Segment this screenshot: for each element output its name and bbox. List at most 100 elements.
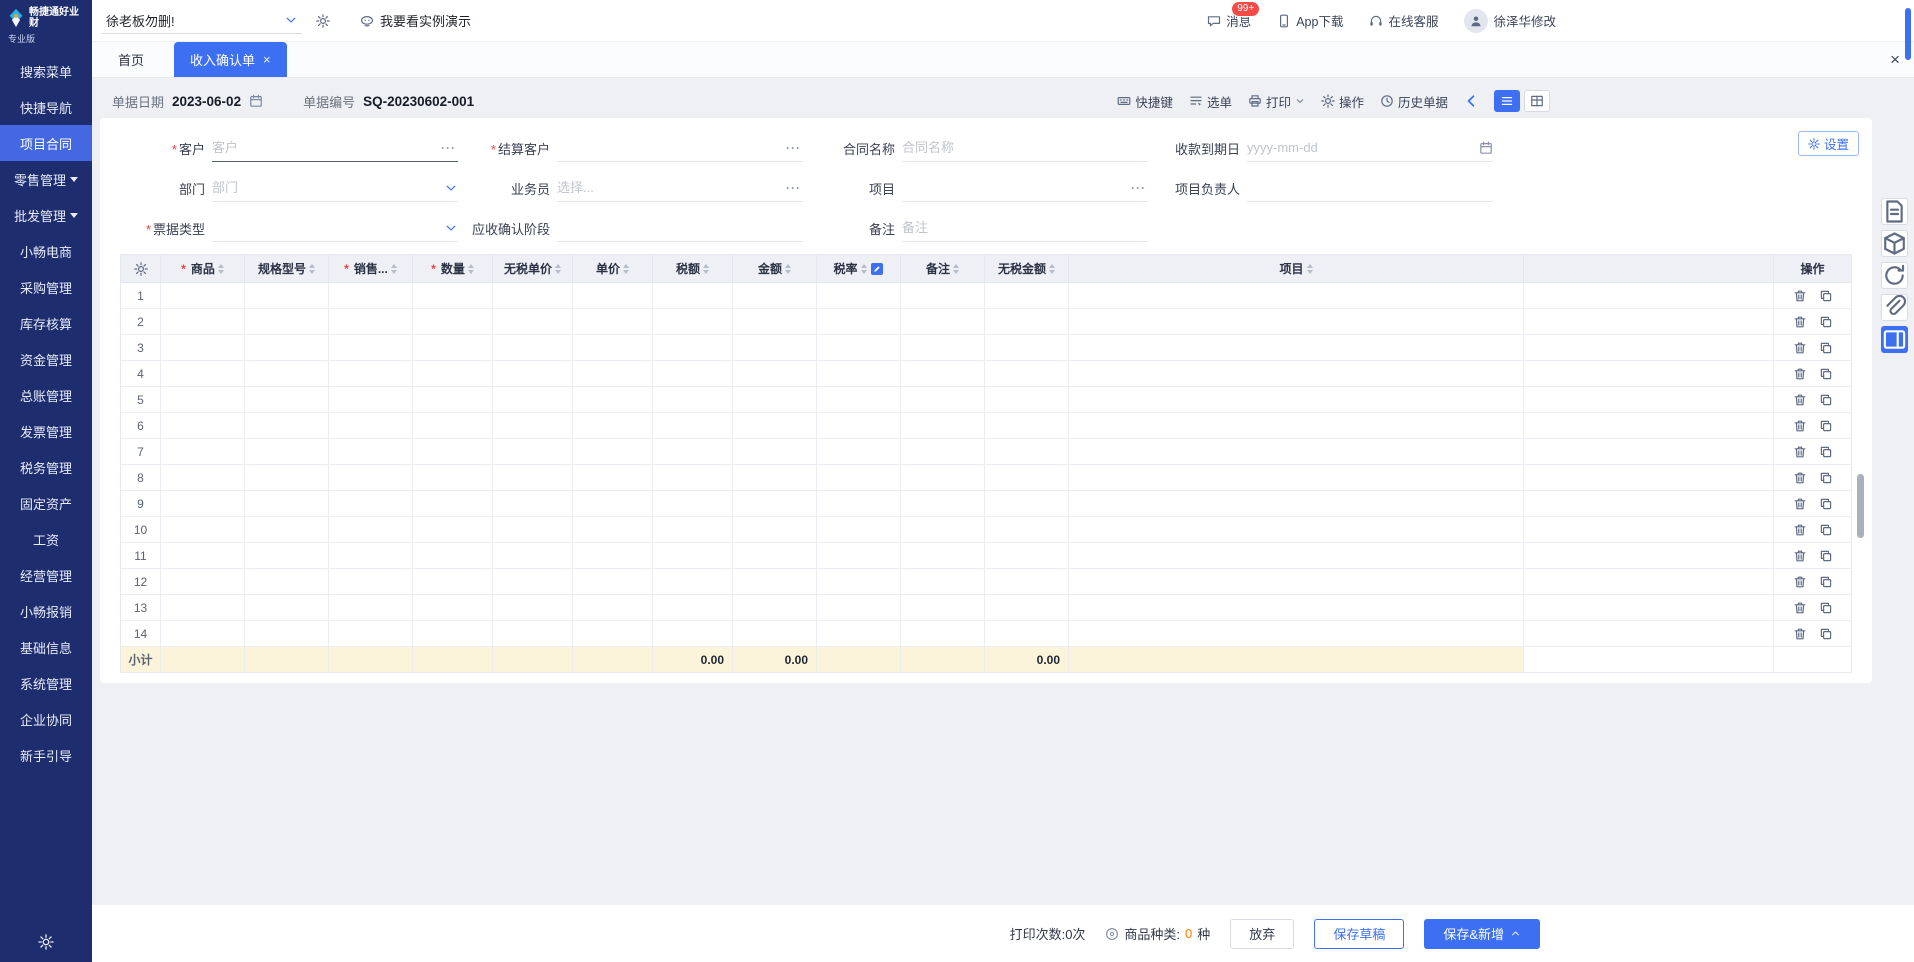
- calendar-icon[interactable]: [1479, 141, 1493, 155]
- cell[interactable]: [817, 387, 901, 413]
- cell[interactable]: [653, 309, 733, 335]
- cell[interactable]: [985, 569, 1069, 595]
- sidebar-item[interactable]: 固定资产: [0, 485, 92, 521]
- text-input[interactable]: [902, 220, 1148, 235]
- copy-icon[interactable]: [1819, 601, 1833, 615]
- cell[interactable]: [733, 413, 817, 439]
- calendar-icon[interactable]: [249, 94, 263, 108]
- cell[interactable]: [985, 465, 1069, 491]
- cell[interactable]: [413, 595, 493, 621]
- cell[interactable]: [1069, 517, 1524, 543]
- column-header[interactable]: 单价: [573, 255, 653, 283]
- doc-date-value[interactable]: 2023-06-02: [172, 94, 241, 109]
- toolbar-action[interactable]: 打印: [1248, 92, 1305, 111]
- discard-button[interactable]: 放弃: [1230, 918, 1295, 949]
- gear-icon[interactable]: [316, 13, 330, 28]
- cell[interactable]: [733, 621, 817, 647]
- cell[interactable]: [329, 569, 413, 595]
- cell[interactable]: [413, 491, 493, 517]
- cell[interactable]: [573, 283, 653, 309]
- cell[interactable]: [161, 413, 245, 439]
- cell[interactable]: [245, 335, 329, 361]
- cell[interactable]: [733, 309, 817, 335]
- sidebar-item[interactable]: 经营管理: [0, 557, 92, 593]
- cell[interactable]: [653, 569, 733, 595]
- cell[interactable]: [653, 439, 733, 465]
- sidebar-item[interactable]: 批发管理: [0, 197, 92, 233]
- tab[interactable]: 首页: [102, 42, 160, 77]
- cell[interactable]: [1069, 387, 1524, 413]
- cell[interactable]: [901, 335, 985, 361]
- cell[interactable]: [573, 543, 653, 569]
- gear-icon[interactable]: [133, 261, 148, 276]
- cell[interactable]: [329, 413, 413, 439]
- cell[interactable]: [161, 595, 245, 621]
- cell[interactable]: [817, 621, 901, 647]
- cell[interactable]: [1069, 283, 1524, 309]
- cell[interactable]: [161, 517, 245, 543]
- cell[interactable]: [1069, 465, 1524, 491]
- cell[interactable]: [245, 361, 329, 387]
- cell[interactable]: [733, 361, 817, 387]
- trash-icon[interactable]: [1793, 367, 1807, 381]
- cell[interactable]: [413, 517, 493, 543]
- edit-icon[interactable]: [870, 262, 884, 276]
- cell[interactable]: [493, 595, 573, 621]
- sort-icon[interactable]: [623, 263, 629, 274]
- cell[interactable]: [1069, 491, 1524, 517]
- cell[interactable]: [985, 517, 1069, 543]
- cell[interactable]: [985, 335, 1069, 361]
- sidebar-item[interactable]: 系统管理: [0, 665, 92, 701]
- cell[interactable]: [573, 361, 653, 387]
- text-input[interactable]: [557, 140, 784, 155]
- cell[interactable]: [901, 283, 985, 309]
- table-scrollbar-thumb[interactable]: [1857, 474, 1864, 538]
- text-input[interactable]: [212, 220, 444, 235]
- cell[interactable]: [817, 309, 901, 335]
- cell[interactable]: [413, 465, 493, 491]
- sync-icon[interactable]: [1881, 262, 1908, 289]
- cell[interactable]: [901, 491, 985, 517]
- trash-icon[interactable]: [1793, 289, 1807, 303]
- user-menu[interactable]: 徐泽华修改: [1464, 8, 1556, 33]
- cell[interactable]: [1069, 621, 1524, 647]
- cell[interactable]: [817, 283, 901, 309]
- cell[interactable]: [161, 569, 245, 595]
- cell[interactable]: [733, 517, 817, 543]
- cell[interactable]: [985, 595, 1069, 621]
- cell[interactable]: [329, 335, 413, 361]
- cell[interactable]: [901, 595, 985, 621]
- cell[interactable]: [245, 595, 329, 621]
- attachment-icon[interactable]: [1881, 294, 1908, 321]
- cell[interactable]: [413, 569, 493, 595]
- toolbar-action[interactable]: 历史单据: [1380, 92, 1448, 111]
- cell[interactable]: [329, 361, 413, 387]
- cell[interactable]: [493, 491, 573, 517]
- sidebar-settings-gear-icon[interactable]: [0, 922, 92, 962]
- sort-icon[interactable]: [555, 263, 561, 274]
- text-input[interactable]: [212, 140, 439, 155]
- cell[interactable]: [573, 595, 653, 621]
- cell[interactable]: [161, 491, 245, 517]
- cell[interactable]: [161, 387, 245, 413]
- cell[interactable]: [161, 439, 245, 465]
- sidebar-item[interactable]: 工资: [0, 521, 92, 557]
- cell[interactable]: [901, 361, 985, 387]
- cell[interactable]: [817, 465, 901, 491]
- trash-icon[interactable]: [1793, 471, 1807, 485]
- cell[interactable]: [985, 543, 1069, 569]
- cell[interactable]: [245, 283, 329, 309]
- cell[interactable]: [901, 569, 985, 595]
- cell[interactable]: [573, 413, 653, 439]
- copy-icon[interactable]: [1819, 393, 1833, 407]
- sort-icon[interactable]: [1306, 263, 1313, 274]
- trash-icon[interactable]: [1793, 341, 1807, 355]
- cell[interactable]: [733, 491, 817, 517]
- text-input[interactable]: [557, 180, 784, 195]
- text-input[interactable]: [557, 220, 803, 235]
- column-header[interactable]: 无税金额: [985, 255, 1069, 283]
- cell[interactable]: [329, 465, 413, 491]
- copy-icon[interactable]: [1819, 627, 1833, 641]
- cell[interactable]: [1069, 361, 1524, 387]
- sort-icon[interactable]: [217, 263, 224, 274]
